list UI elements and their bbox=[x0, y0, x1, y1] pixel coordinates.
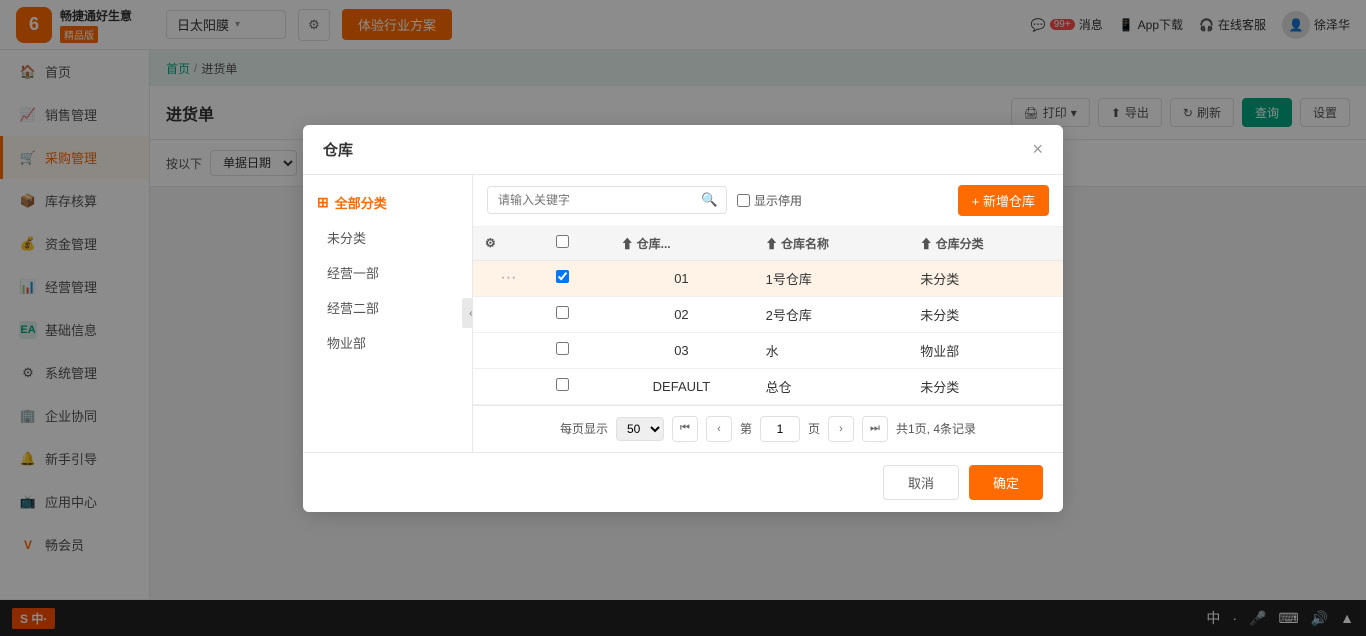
search-button[interactable]: 🔍 bbox=[693, 187, 726, 213]
row-number: 02 bbox=[609, 296, 753, 332]
table-area: 🔍 显示停用 + 新增仓库 ⚙ bbox=[473, 175, 1063, 452]
page-number-input[interactable] bbox=[760, 416, 800, 442]
row-actions: ··· bbox=[473, 260, 544, 296]
row-checkbox[interactable] bbox=[556, 270, 569, 283]
page-total: 共1页, 4条记录 bbox=[896, 420, 976, 437]
modal-header: 仓库 × bbox=[303, 125, 1063, 175]
row-checkbox-cell bbox=[544, 260, 609, 296]
row-name: 总仓 bbox=[754, 368, 909, 404]
modal-footer: 取消 确定 bbox=[303, 452, 1063, 512]
modal-close-button[interactable]: × bbox=[1032, 139, 1043, 160]
row-number: 03 bbox=[609, 332, 753, 368]
warehouse-table: ⚙ ⬆ 仓库... ⬆ bbox=[473, 227, 1063, 405]
row-checkbox[interactable] bbox=[556, 378, 569, 391]
category-item-ops1[interactable]: 经营一部 bbox=[303, 255, 472, 290]
table-toolbar: 🔍 显示停用 + 新增仓库 bbox=[473, 175, 1063, 227]
sort-cat-icon: ⬆ bbox=[920, 237, 932, 251]
row-category: 未分类 bbox=[908, 296, 1063, 332]
col-settings: ⚙ bbox=[473, 227, 544, 261]
category-sidebar: ⊞ 全部分类 未分类 经营一部 经营二部 物业部 « bbox=[303, 175, 473, 452]
table-scroll: ⚙ ⬆ 仓库... ⬆ bbox=[473, 227, 1063, 405]
modal-body: ⊞ 全部分类 未分类 经营一部 经营二部 物业部 « 🔍 bbox=[303, 175, 1063, 452]
row-category: 未分类 bbox=[908, 368, 1063, 404]
row-name: 2号仓库 bbox=[754, 296, 909, 332]
settings-col-icon: ⚙ bbox=[485, 236, 496, 250]
pagination: 每页显示 50 ⏮ ‹ 第 页 › ⏭ 共1页, 4条记录 bbox=[473, 405, 1063, 452]
sort-name-icon: ⬆ bbox=[766, 237, 778, 251]
col-code[interactable]: ⬆ 仓库... bbox=[609, 227, 753, 261]
table-row[interactable]: 02 2号仓库 未分类 bbox=[473, 296, 1063, 332]
collapse-category-button[interactable]: « bbox=[462, 298, 473, 328]
search-input[interactable] bbox=[488, 188, 693, 212]
row-checkbox[interactable] bbox=[556, 342, 569, 355]
col-checkbox bbox=[544, 227, 609, 261]
row-number: DEFAULT bbox=[609, 368, 753, 404]
table-row[interactable]: ··· 01 1号仓库 未分类 bbox=[473, 260, 1063, 296]
modal-title: 仓库 bbox=[323, 139, 353, 160]
col-name[interactable]: ⬆ 仓库名称 bbox=[754, 227, 909, 261]
confirm-button[interactable]: 确定 bbox=[969, 465, 1043, 500]
next-page-button[interactable]: › bbox=[828, 416, 854, 442]
row-checkbox-cell bbox=[544, 296, 609, 332]
category-item-uncategorized[interactable]: 未分类 bbox=[303, 220, 472, 255]
category-all[interactable]: ⊞ 全部分类 bbox=[303, 185, 472, 220]
select-all-checkbox[interactable] bbox=[556, 235, 569, 248]
search-box: 🔍 bbox=[487, 186, 727, 214]
table-row[interactable]: DEFAULT 总仓 未分类 bbox=[473, 368, 1063, 404]
row-name: 水 bbox=[754, 332, 909, 368]
row-category: 物业部 bbox=[908, 332, 1063, 368]
row-actions bbox=[473, 368, 544, 404]
row-checkbox-cell bbox=[544, 332, 609, 368]
category-item-ops2[interactable]: 经营二部 bbox=[303, 290, 472, 325]
grid-icon: ⊞ bbox=[317, 194, 329, 211]
cancel-button[interactable]: 取消 bbox=[883, 465, 959, 500]
sort-icon: ⬆ bbox=[621, 237, 633, 251]
row-category: 未分类 bbox=[908, 260, 1063, 296]
row-actions bbox=[473, 296, 544, 332]
last-page-button[interactable]: ⏭ bbox=[862, 416, 888, 442]
row-actions bbox=[473, 332, 544, 368]
row-name: 1号仓库 bbox=[754, 260, 909, 296]
row-checkbox[interactable] bbox=[556, 306, 569, 319]
category-item-property[interactable]: 物业部 bbox=[303, 325, 472, 360]
row-checkbox-cell bbox=[544, 368, 609, 404]
show-disabled-checkbox[interactable] bbox=[737, 194, 750, 207]
row-dots-menu[interactable]: ··· bbox=[500, 269, 516, 286]
modal-overlay: 仓库 × ⊞ 全部分类 未分类 经营一部 经营二部 物业部 « bbox=[0, 0, 1366, 636]
first-page-button[interactable]: ⏮ bbox=[672, 416, 698, 442]
add-warehouse-button[interactable]: + 新增仓库 bbox=[958, 185, 1049, 216]
warehouse-modal: 仓库 × ⊞ 全部分类 未分类 经营一部 经营二部 物业部 « bbox=[303, 125, 1063, 512]
col-category[interactable]: ⬆ 仓库分类 bbox=[908, 227, 1063, 261]
row-number: 01 bbox=[609, 260, 753, 296]
page-size-select[interactable]: 50 bbox=[616, 417, 664, 441]
prev-page-button[interactable]: ‹ bbox=[706, 416, 732, 442]
show-disabled-wrap: 显示停用 bbox=[737, 192, 802, 209]
table-row[interactable]: 03 水 物业部 bbox=[473, 332, 1063, 368]
